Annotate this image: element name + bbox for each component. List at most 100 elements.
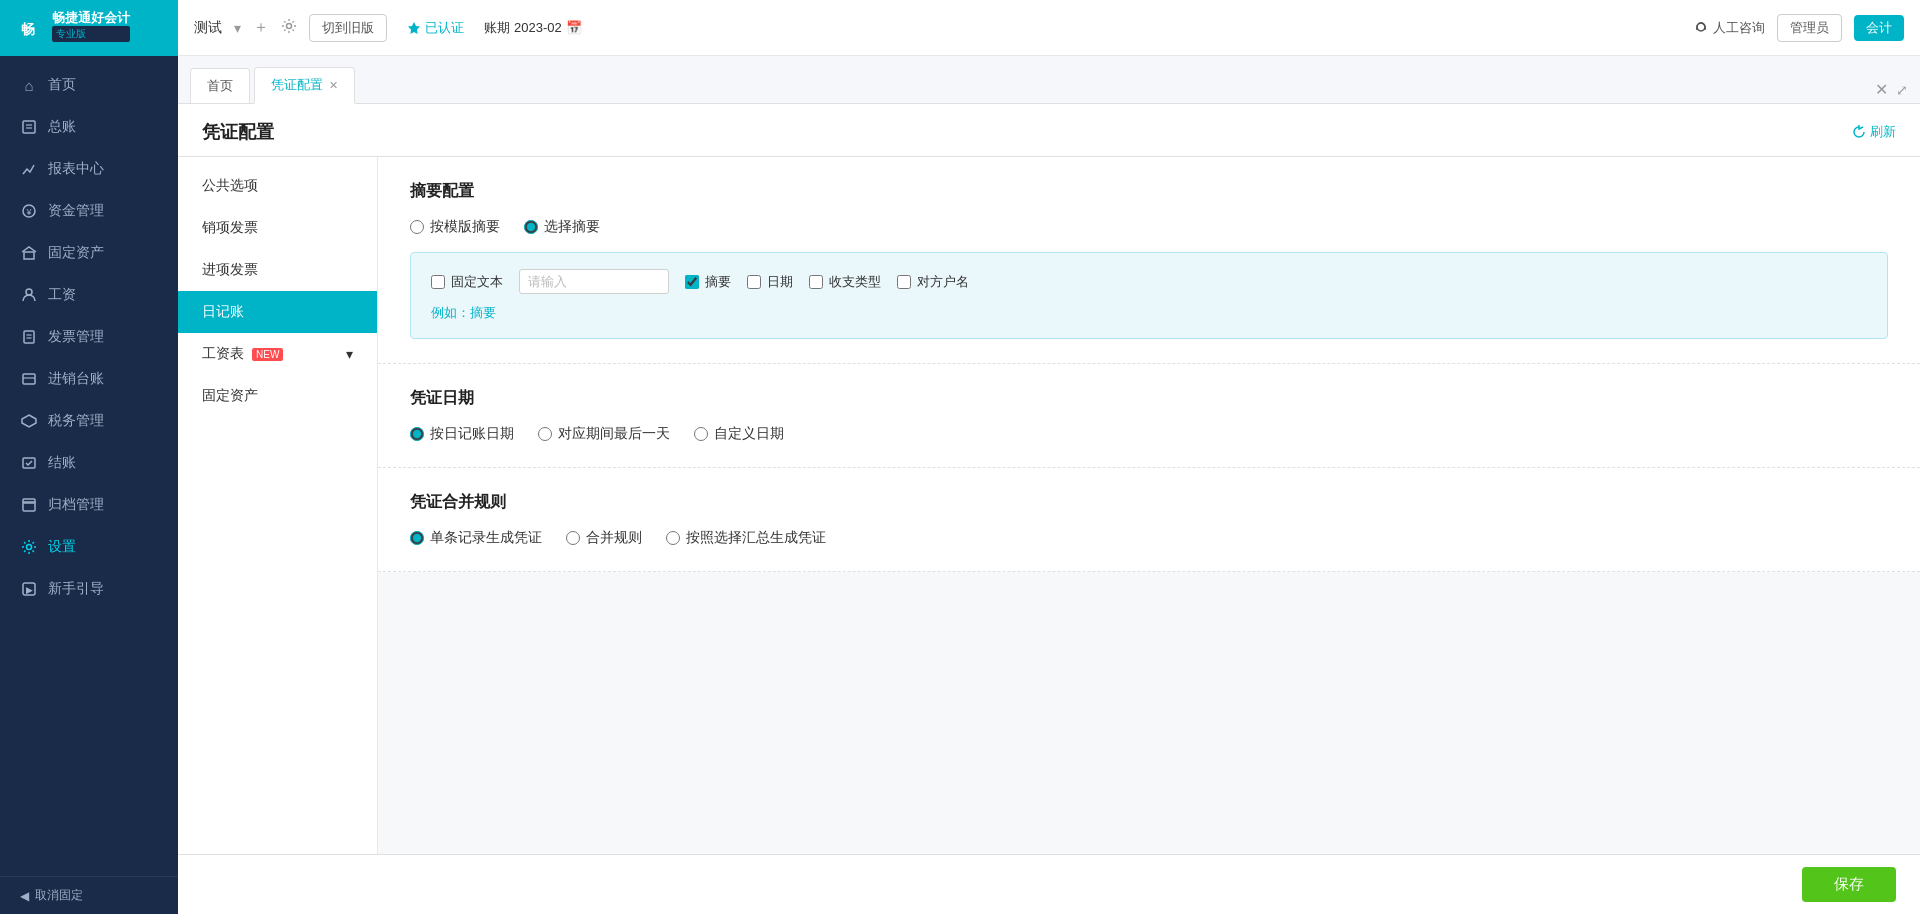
payroll-icon — [20, 286, 38, 304]
sidebar-item-settings[interactable]: 设置 — [0, 526, 178, 568]
admin-btn[interactable]: 管理员 — [1777, 14, 1842, 42]
checkbox-date[interactable]: 日期 — [747, 273, 793, 291]
radio-diary-date[interactable]: 按日记账日期 — [410, 425, 514, 443]
sidebar-item-guide[interactable]: ▶ 新手引导 — [0, 568, 178, 610]
save-btn[interactable]: 保存 — [1802, 867, 1896, 902]
radio-last-day-input[interactable] — [538, 427, 552, 441]
tab-close-icon[interactable]: ✕ — [329, 79, 338, 92]
checkbox-summary[interactable]: 摘要 — [685, 273, 731, 291]
checkbox-date-input[interactable] — [747, 275, 761, 289]
tax-icon — [20, 412, 38, 430]
sidebar-item-label: 发票管理 — [48, 328, 104, 346]
sidebar-item-assets[interactable]: 固定资产 — [0, 232, 178, 274]
radio-select-input[interactable] — [524, 220, 538, 234]
sidebar-item-label: 设置 — [48, 538, 76, 556]
sidebar-item-label: 固定资产 — [48, 244, 104, 262]
checkbox-payment-type-input[interactable] — [809, 275, 823, 289]
headset-icon — [1693, 20, 1709, 36]
sidebar-item-trade[interactable]: 进销台账 — [0, 358, 178, 400]
radio-custom-date[interactable]: 自定义日期 — [694, 425, 784, 443]
ledger-icon — [20, 118, 38, 136]
app-logo-icon: 畅 — [12, 12, 44, 44]
sidebar-item-label: 归档管理 — [48, 496, 104, 514]
svg-marker-14 — [22, 415, 36, 427]
add-company-icon[interactable]: ＋ — [253, 17, 269, 38]
pin-icon: ◀ — [20, 889, 29, 903]
sidebar-item-invoice[interactable]: 发票管理 — [0, 316, 178, 358]
tab-home[interactable]: 首页 — [190, 68, 250, 103]
sidebar-item-closing[interactable]: 结账 — [0, 442, 178, 484]
sidebar-item-home[interactable]: ⌂ 首页 — [0, 64, 178, 106]
checkbox-fixed-text-input[interactable] — [431, 275, 445, 289]
consult-btn[interactable]: 人工咨询 — [1693, 19, 1765, 37]
funds-icon: ¥ — [20, 202, 38, 220]
tab-voucher-config[interactable]: 凭证配置 ✕ — [254, 67, 355, 104]
svg-rect-9 — [24, 331, 34, 343]
sidebar-item-archive[interactable]: 归档管理 — [0, 484, 178, 526]
checkbox-summary-input[interactable] — [685, 275, 699, 289]
new-badge: NEW — [252, 348, 283, 361]
sidebar-item-funds[interactable]: ¥ 资金管理 — [0, 190, 178, 232]
header-settings-icon[interactable] — [281, 18, 297, 38]
radio-summary-generate-input[interactable] — [666, 531, 680, 545]
checkbox-counterparty-input[interactable] — [897, 275, 911, 289]
nav-item-sales-invoice[interactable]: 销项发票 — [178, 207, 377, 249]
sidebar-item-label: 新手引导 — [48, 580, 104, 598]
home-icon: ⌂ — [20, 76, 38, 94]
svg-rect-24 — [1696, 27, 1698, 30]
radio-last-day[interactable]: 对应期间最后一天 — [538, 425, 670, 443]
svg-point-18 — [27, 545, 32, 550]
window-expand-btn[interactable]: ⤢ — [1896, 82, 1908, 98]
cancel-fixed-btn[interactable]: ◀ 取消固定 — [0, 876, 178, 914]
accountant-btn[interactable]: 会计 — [1854, 15, 1904, 41]
example-text: 例如：摘要 — [431, 304, 1867, 322]
sidebar-item-label: 税务管理 — [48, 412, 104, 430]
sidebar-item-tax[interactable]: 税务管理 — [0, 400, 178, 442]
archive-icon — [20, 496, 38, 514]
sidebar-item-label: 工资 — [48, 286, 76, 304]
fixed-text-input[interactable] — [519, 269, 669, 294]
sidebar-item-payroll[interactable]: 工资 — [0, 274, 178, 316]
date-section-title: 凭证日期 — [410, 388, 1888, 409]
radio-single-record-input[interactable] — [410, 531, 424, 545]
radio-single-record[interactable]: 单条记录生成凭证 — [410, 529, 542, 547]
page-title: 凭证配置 — [202, 120, 274, 156]
radio-template-summary[interactable]: 按模版摘要 — [410, 218, 500, 236]
nav-item-diary[interactable]: 日记账 — [178, 291, 377, 333]
sidebar-item-reports[interactable]: 报表中心 — [0, 148, 178, 190]
window-close-btn[interactable]: ✕ — [1875, 80, 1888, 99]
radio-select-summary[interactable]: 选择摘要 — [524, 218, 600, 236]
radio-custom-date-input[interactable] — [694, 427, 708, 441]
summary-section: 摘要配置 按模版摘要 选择摘要 — [378, 157, 1920, 364]
sidebar-item-label: 报表中心 — [48, 160, 104, 178]
svg-point-21 — [287, 23, 292, 28]
checkbox-fixed-text[interactable]: 固定文本 — [431, 273, 503, 291]
nav-item-payroll-table[interactable]: 工资表 NEW ▾ — [178, 333, 377, 375]
sidebar-item-label: 首页 — [48, 76, 76, 94]
sidebar-item-label: 进销台账 — [48, 370, 104, 388]
company-dropdown-icon[interactable]: ▾ — [234, 20, 241, 36]
page-title-bar: 凭证配置 — [202, 120, 274, 156]
nav-item-public[interactable]: 公共选项 — [178, 165, 377, 207]
radio-summary-generate[interactable]: 按照选择汇总生成凭证 — [666, 529, 826, 547]
tab-bar: 首页 凭证配置 ✕ ✕ ⤢ — [178, 56, 1920, 104]
radio-merge-rule-input[interactable] — [566, 531, 580, 545]
sidebar-item-ledger[interactable]: 总账 — [0, 106, 178, 148]
refresh-btn[interactable]: 刷新 — [1852, 123, 1896, 153]
radio-template-input[interactable] — [410, 220, 424, 234]
nav-item-purchase-invoice[interactable]: 进项发票 — [178, 249, 377, 291]
trade-icon — [20, 370, 38, 388]
checkbox-counterparty[interactable]: 对方户名 — [897, 273, 969, 291]
nav-item-fixed-assets[interactable]: 固定资产 — [178, 375, 377, 417]
date-radio-group: 按日记账日期 对应期间最后一天 自定义日期 — [410, 425, 1888, 443]
switch-old-btn[interactable]: 切到旧版 — [309, 14, 387, 42]
company-name: 测试 — [194, 19, 222, 37]
checkbox-payment-type[interactable]: 收支类型 — [809, 273, 881, 291]
sidebar-item-label: 结账 — [48, 454, 76, 472]
calendar-icon[interactable]: 📅 — [566, 20, 582, 35]
svg-rect-2 — [23, 121, 35, 133]
refresh-icon — [1852, 125, 1866, 139]
radio-diary-date-input[interactable] — [410, 427, 424, 441]
radio-merge-rule[interactable]: 合并规则 — [566, 529, 642, 547]
svg-text:▶: ▶ — [26, 585, 33, 595]
